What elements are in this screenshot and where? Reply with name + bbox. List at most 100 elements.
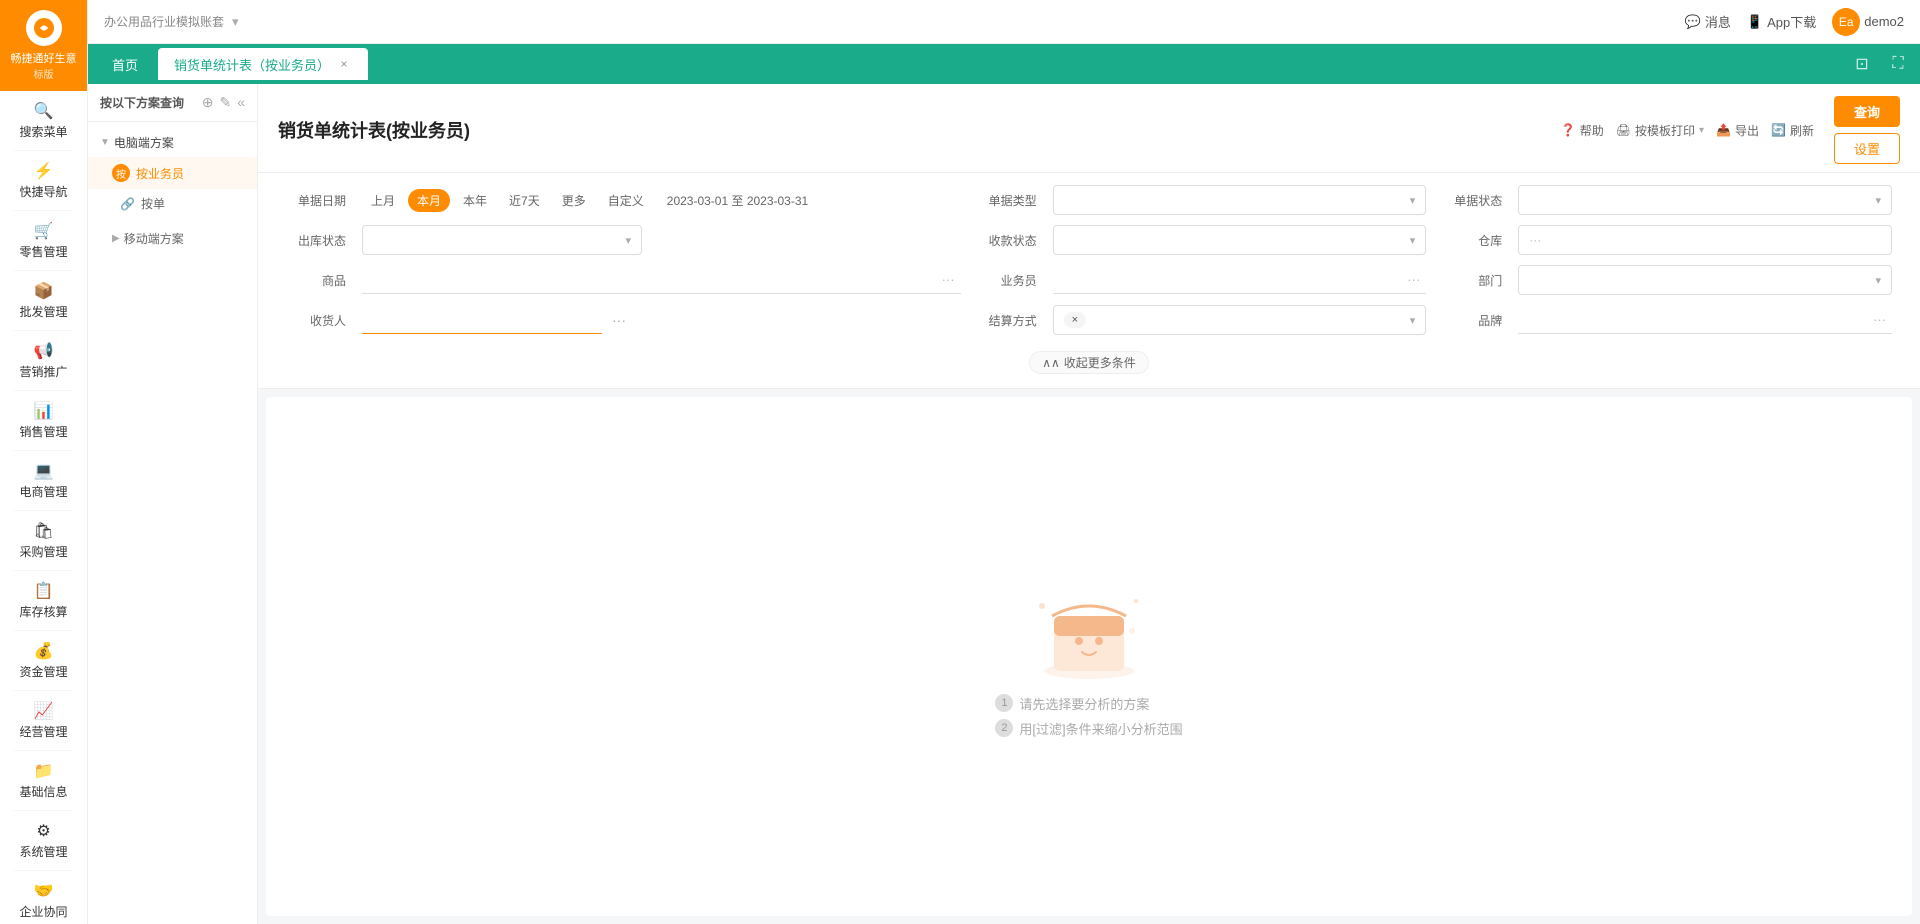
sidebar-item-销售管理[interactable]: 📊销售管理: [14, 391, 72, 451]
receipt-status-select[interactable]: ▾: [1053, 225, 1427, 255]
edit-scheme-icon[interactable]: ✎: [219, 94, 231, 111]
tabbar: 首页 销货单统计表（按业务员） × ⊡ ⛶: [88, 44, 1920, 84]
date-pill-lastmonth[interactable]: 上月: [362, 189, 404, 212]
sidebar-item-零售管理[interactable]: 🛒 零售管理: [14, 211, 72, 271]
scheme-item-salesperson[interactable]: 按 按业务员: [88, 157, 257, 189]
empty-text: 1 请先选择要分析的方案 2 用[过滤]条件来缩小分析范围: [995, 694, 1182, 738]
export-btn[interactable]: 📤 导出: [1716, 122, 1759, 139]
left-panel-icons: ⊕ ✎ «: [202, 94, 245, 111]
sidebar-icon-2: 🛒: [19, 221, 67, 241]
topbar: 办公用品行业模拟账套 ▾ 💬 消息 📱 App下载 Ea demo2: [88, 0, 1920, 44]
date-pill-custom[interactable]: 自定义: [599, 189, 653, 212]
breadcrumb-dropdown-icon[interactable]: ▾: [232, 14, 239, 30]
add-scheme-icon[interactable]: ⊕: [202, 94, 214, 111]
export-label: 导出: [1735, 122, 1759, 139]
sidebar-label-5: 销售管理: [19, 423, 67, 440]
doc-status-select[interactable]: ▾: [1518, 185, 1892, 215]
sidebar-icon-11: 📁: [19, 761, 67, 781]
sidebar-label-2: 零售管理: [19, 243, 67, 260]
warehouse-value: ···: [1529, 233, 1541, 247]
user-name: demo2: [1864, 14, 1904, 29]
sidebar-item-电商管理[interactable]: 💻电商管理: [14, 451, 72, 511]
sidebar-item-基础信息[interactable]: 📁基础信息: [14, 751, 72, 811]
sidebar-item-营销推广[interactable]: 📢营销推广: [14, 331, 72, 391]
tab-maximize-btn[interactable]: ⛶: [1884, 50, 1912, 78]
tab-report-label: 销货单统计表（按业务员）: [174, 55, 330, 74]
desktop-arrow-icon: ▼: [100, 137, 110, 148]
settlement-arrow: ▾: [1410, 314, 1416, 327]
refresh-btn[interactable]: 🔄 刷新: [1771, 122, 1814, 139]
sidebar-label-10: 经营管理: [19, 723, 67, 740]
settlement-label: 结算方式: [977, 312, 1047, 329]
sidebar-item-资金管理[interactable]: 💰资金管理: [14, 631, 72, 691]
collapse-icon: ∧∧: [1042, 356, 1060, 370]
right-panel: 销货单统计表(按业务员) ❓ 帮助 🖨 按模板打印 ▾ 📤 导出: [258, 84, 1920, 924]
logo-text: 畅捷通好生意: [11, 50, 77, 66]
query-btn[interactable]: 查询: [1834, 96, 1900, 127]
filter-col-settlement: 结算方式 × ▾: [969, 305, 1435, 335]
tab-home-label: 首页: [112, 55, 138, 74]
app-download-btn[interactable]: 📱 App下载: [1747, 12, 1816, 31]
help-btn[interactable]: ❓ 帮助: [1561, 122, 1604, 139]
sidebar-label-3: 批发管理: [19, 303, 67, 320]
query-setting-col: 查询 设置: [1834, 96, 1900, 164]
sidebar-item-库存核算[interactable]: 📋库存核算: [14, 571, 72, 631]
goods-input[interactable]: ···: [362, 266, 961, 294]
user-info[interactable]: Ea demo2: [1832, 8, 1904, 36]
main-area: 办公用品行业模拟账套 ▾ 💬 消息 📱 App下载 Ea demo2 首页: [88, 0, 1920, 924]
sidebar-item-快捷导航[interactable]: ⚡ 快捷导航: [14, 151, 72, 211]
settlement-select[interactable]: × ▾: [1053, 305, 1427, 335]
mobile-arrow-icon: ▶: [112, 233, 120, 244]
sidebar-item-搜索菜单[interactable]: 🔍搜索菜单: [14, 91, 72, 151]
out-status-select[interactable]: ▾: [362, 225, 642, 255]
sidebar-item-批发管理[interactable]: 📦批发管理: [14, 271, 72, 331]
filter-col-brand: 品牌 ···: [1434, 306, 1900, 334]
topbar-left: 办公用品行业模拟账套 ▾: [104, 13, 239, 30]
step-badge-2: 2: [995, 719, 1013, 737]
desktop-scheme-title[interactable]: ▼ 电脑端方案: [88, 128, 257, 157]
warehouse-select[interactable]: ···: [1518, 225, 1892, 255]
sidebar-item-系统管理[interactable]: ⚙系统管理: [14, 811, 72, 871]
sidebar-icon-1: ⚡: [19, 161, 67, 181]
sidebar-item-采购管理[interactable]: 🛍采购管理: [14, 511, 72, 571]
tab-restore-btn[interactable]: ⊡: [1848, 50, 1876, 78]
collapse-btn[interactable]: ∧∧ 收起更多条件: [1029, 351, 1149, 374]
doc-status-arrow: ▾: [1875, 194, 1881, 207]
step-badge-1: 1: [995, 694, 1013, 712]
date-pill-7days[interactable]: 近7天: [500, 189, 549, 212]
page-title-bar: 销货单统计表(按业务员) ❓ 帮助 🖨 按模板打印 ▾ 📤 导出: [258, 84, 1920, 173]
avatar-initials: Ea: [1839, 15, 1854, 29]
settlement-tag-close[interactable]: ×: [1072, 314, 1078, 326]
receiver-dots[interactable]: ···: [612, 312, 626, 328]
doc-type-select[interactable]: ▾: [1053, 185, 1427, 215]
goods-label: 商品: [286, 272, 356, 289]
setting-btn[interactable]: 设置: [1834, 133, 1900, 164]
sidebar-item-企业协同[interactable]: 🤝企业协同: [14, 871, 72, 924]
mobile-scheme-label: 移动端方案: [124, 230, 184, 247]
left-panel-title: 按以下方案查询: [100, 94, 184, 111]
salesperson-input[interactable]: ···: [1053, 266, 1427, 294]
message-label: 消息: [1705, 12, 1731, 31]
date-pill-thismonth[interactable]: 本月: [408, 189, 450, 212]
template-print-btn[interactable]: 🖨 按模板打印 ▾: [1616, 122, 1704, 139]
brand-input[interactable]: ···: [1518, 306, 1892, 334]
settlement-tag: ×: [1064, 312, 1086, 328]
date-pill-more[interactable]: 更多: [553, 189, 595, 212]
salesperson-label: 业务员: [977, 272, 1047, 289]
tab-home[interactable]: 首页: [96, 48, 154, 80]
hint2-text: 用[过滤]条件来缩小分析范围: [1019, 719, 1182, 738]
sidebar-icon-12: ⚙: [19, 821, 67, 841]
mobile-scheme-group[interactable]: ▶ 移动端方案: [88, 224, 257, 253]
tab-report-close[interactable]: ×: [336, 56, 352, 72]
department-select[interactable]: ▾: [1518, 265, 1892, 295]
app-logo[interactable]: 畅捷通好生意 标版: [0, 0, 88, 91]
sidebar-label-1: 快捷导航: [19, 183, 67, 200]
empty-hint: 1 请先选择要分析的方案 2 用[过滤]条件来缩小分析范围: [995, 576, 1182, 738]
receiver-input[interactable]: [362, 306, 602, 334]
collapse-panel-icon[interactable]: «: [237, 94, 245, 111]
sidebar-item-经营管理[interactable]: 📈经营管理: [14, 691, 72, 751]
scheme-sub-item-order[interactable]: 🔗 按单: [88, 189, 257, 218]
date-pill-thisyear[interactable]: 本年: [454, 189, 496, 212]
tab-report[interactable]: 销货单统计表（按业务员） ×: [158, 48, 368, 80]
message-btn[interactable]: 💬 消息: [1685, 12, 1731, 31]
